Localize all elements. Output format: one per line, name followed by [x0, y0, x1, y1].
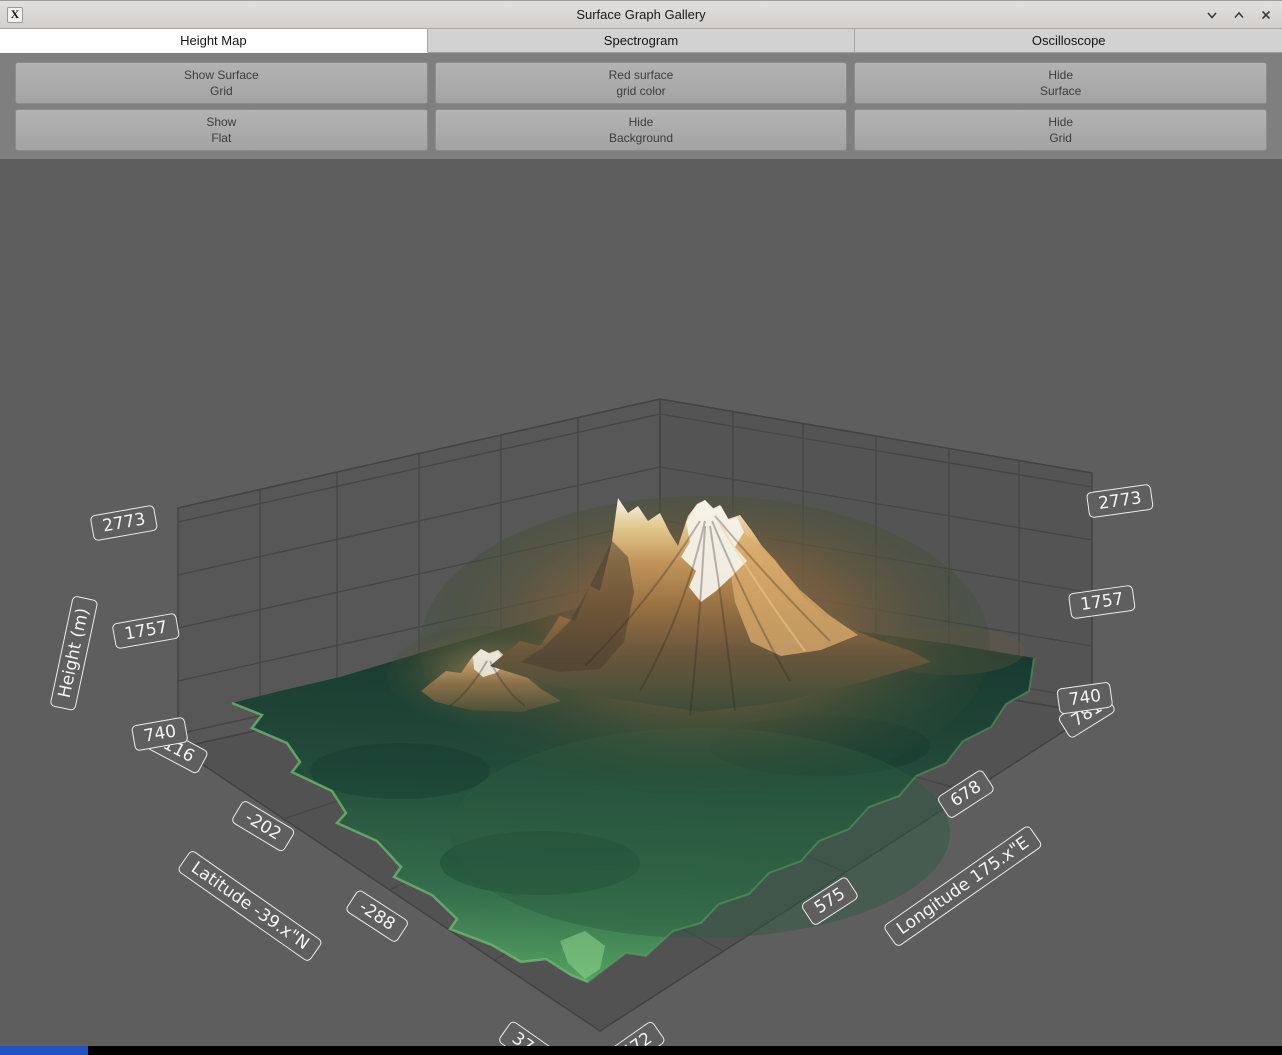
close-icon[interactable] [1258, 7, 1274, 23]
control-panel: Show Surface Grid Red surface grid color… [0, 53, 1282, 159]
button-label: grid color [616, 83, 665, 99]
button-label: Hide [629, 114, 654, 130]
button-label: Grid [1049, 130, 1072, 146]
show-surface-grid-button[interactable]: Show Surface Grid [15, 62, 428, 104]
titlebar: X Surface Graph Gallery [0, 1, 1282, 29]
app-window: X Surface Graph Gallery Height Map Spect… [0, 0, 1282, 1055]
chevron-up-icon[interactable] [1231, 7, 1247, 23]
bottom-edge-strip [0, 1046, 1282, 1055]
button-label: Red surface [609, 67, 674, 83]
hide-grid-button[interactable]: Hide Grid [854, 109, 1267, 151]
tab-oscilloscope[interactable]: Oscilloscope [855, 29, 1282, 53]
surface-3d-view[interactable]: 2773 1757 -116 740 Height (m) -202 -288 … [0, 159, 1282, 1055]
hide-background-button[interactable]: Hide Background [435, 109, 848, 151]
hide-surface-button[interactable]: Hide Surface [854, 62, 1267, 104]
taskbar-fragment [0, 1046, 88, 1055]
window-title: Surface Graph Gallery [0, 7, 1282, 22]
tab-height-map[interactable]: Height Map [0, 29, 428, 53]
button-label: Show Surface [184, 67, 259, 83]
tab-bar: Height Map Spectrogram Oscilloscope [0, 29, 1282, 53]
button-label: Surface [1040, 83, 1081, 99]
button-label: Show [206, 114, 236, 130]
button-label: Grid [210, 83, 233, 99]
button-label: Flat [211, 130, 231, 146]
button-label: Hide [1048, 67, 1073, 83]
button-label: Hide [1048, 114, 1073, 130]
show-flat-button[interactable]: Show Flat [15, 109, 428, 151]
chevron-down-icon[interactable] [1204, 7, 1220, 23]
button-label: Background [609, 130, 673, 146]
tab-spectrogram[interactable]: Spectrogram [428, 29, 856, 53]
surface-grid-color-button[interactable]: Red surface grid color [435, 62, 848, 104]
